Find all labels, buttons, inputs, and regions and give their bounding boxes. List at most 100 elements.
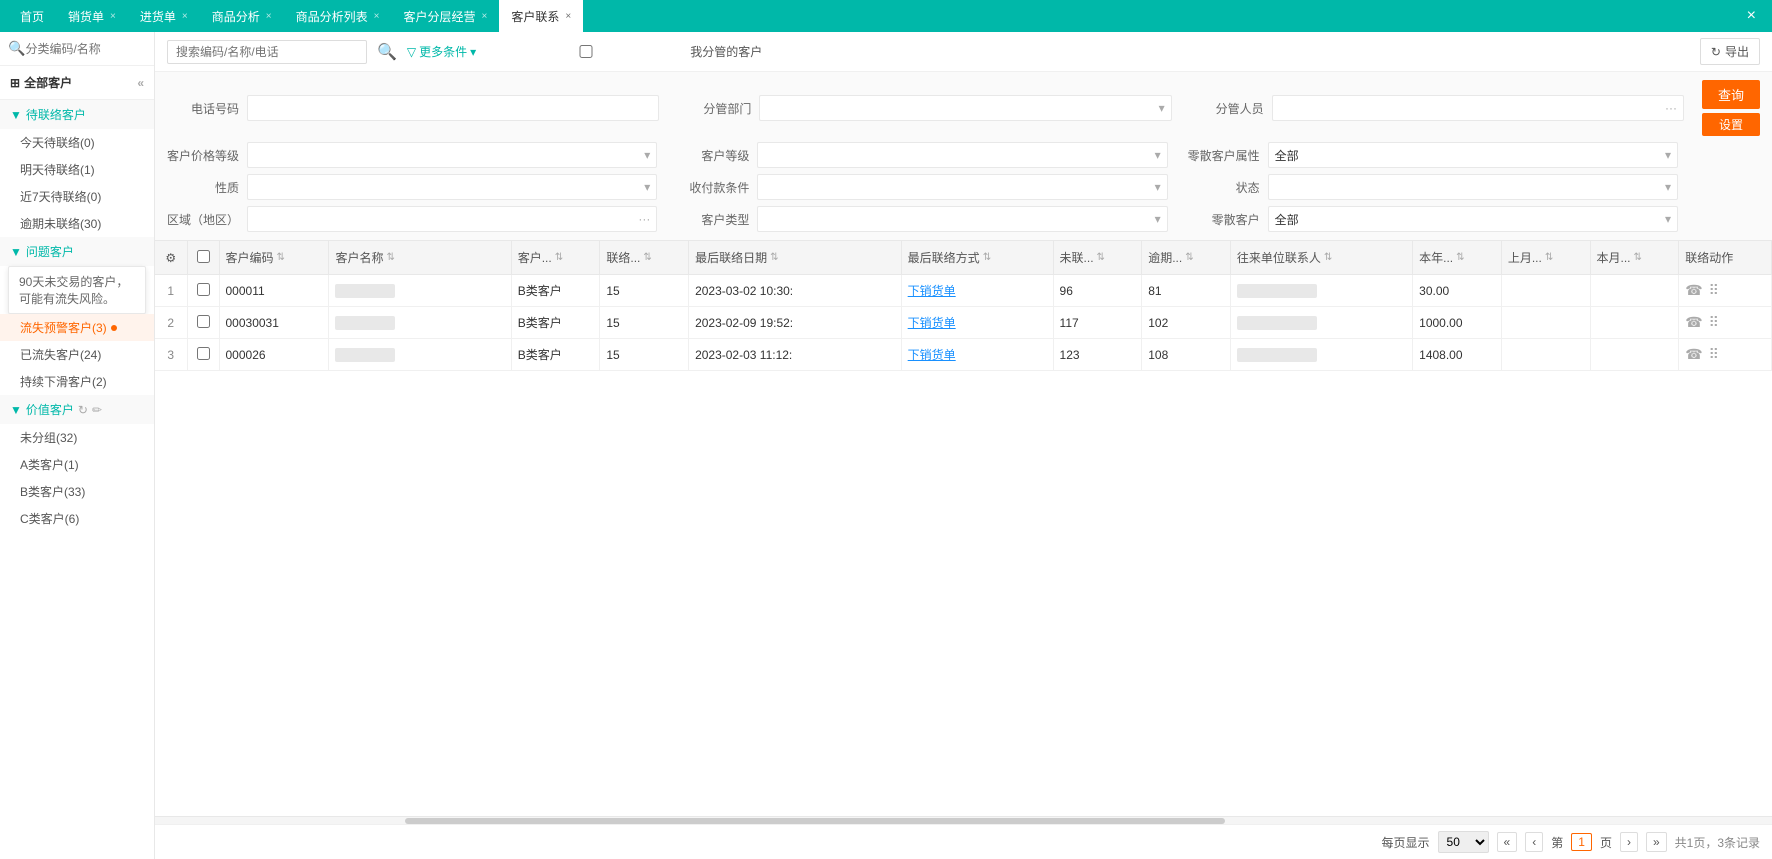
filter-select-customer-type[interactable]: ▾: [757, 206, 1167, 232]
close-customer-contact-icon[interactable]: ×: [565, 11, 571, 22]
nav-sales-order[interactable]: 销货单 ×: [56, 0, 128, 32]
close-product-analysis-list-icon[interactable]: ×: [374, 11, 380, 22]
filter-field-phone: 电话号码: [167, 95, 659, 121]
action-more-icon-1[interactable]: ⠿: [1709, 314, 1719, 331]
filter-field-status: 状态 ▾: [1188, 174, 1678, 200]
last-page-button[interactable]: »: [1646, 832, 1667, 852]
sidebar-item-a-class[interactable]: A类客户(1): [0, 451, 154, 478]
nav-product-analysis-list[interactable]: 商品分析列表 ×: [284, 0, 392, 32]
filter-select-price-level[interactable]: ▾: [247, 142, 657, 168]
th-this-year[interactable]: 本年...⇅: [1413, 241, 1502, 275]
cell-contact-2: 15: [600, 339, 689, 371]
close-product-analysis-icon[interactable]: ×: [266, 11, 272, 22]
th-contact[interactable]: 联络...⇅: [600, 241, 689, 275]
my-customers-checkbox-label[interactable]: 我分管的客户: [486, 43, 762, 60]
filter-select-retail-customer[interactable]: 全部▾: [1268, 206, 1678, 232]
nav-home[interactable]: 首页: [8, 0, 56, 32]
sidebar-collapse-icon[interactable]: «: [137, 76, 144, 90]
search-button[interactable]: 🔍: [377, 42, 397, 62]
sidebar-item-7day-pending[interactable]: 近7天待联络(0): [0, 183, 154, 210]
cell-last-method-2[interactable]: 下销货单: [901, 339, 1053, 371]
scrollbar-thumb[interactable]: [405, 818, 1225, 824]
action-contact-icon-1[interactable]: ☎: [1685, 314, 1702, 331]
filter-select-nature[interactable]: ▾: [247, 174, 657, 200]
query-button[interactable]: 查询: [1702, 80, 1760, 109]
th-code[interactable]: 客户编码⇅: [219, 241, 329, 275]
filter-select-payment[interactable]: ▾: [757, 174, 1167, 200]
prev-page-button[interactable]: ‹: [1525, 832, 1543, 852]
action-more-icon-0[interactable]: ⠿: [1709, 282, 1719, 299]
row-checkbox-2[interactable]: [197, 347, 210, 360]
th-overdue[interactable]: 逾期...⇅: [1142, 241, 1231, 275]
sidebar-item-tomorrow-pending[interactable]: 明天待联络(1): [0, 156, 154, 183]
next-page-button[interactable]: ›: [1620, 832, 1638, 852]
th-name[interactable]: 客户名称⇅: [329, 241, 511, 275]
th-uncontact[interactable]: 未联...⇅: [1053, 241, 1142, 275]
edit-icon[interactable]: ✏: [92, 403, 102, 417]
action-contact-icon-2[interactable]: ☎: [1685, 346, 1702, 363]
th-checkbox[interactable]: [187, 241, 219, 275]
sidebar-item-today-pending[interactable]: 今天待联络(0): [0, 129, 154, 156]
th-last-method[interactable]: 最后联络方式⇅: [901, 241, 1053, 275]
horizontal-scrollbar[interactable]: [155, 816, 1772, 824]
search-input[interactable]: [167, 40, 367, 64]
retail-attr-dropdown-icon: ▾: [1665, 148, 1671, 162]
close-purchase-order-icon[interactable]: ×: [182, 11, 188, 22]
sidebar-search-input[interactable]: [25, 42, 155, 56]
th-last-date[interactable]: 最后联络日期⇅: [689, 241, 902, 275]
row-checkbox-0[interactable]: [197, 283, 210, 296]
sidebar-item-b-class[interactable]: B类客户(33): [0, 478, 154, 505]
th-this-month[interactable]: 本月...⇅: [1590, 241, 1679, 275]
cell-last-date-0: 2023-03-02 10:30:: [689, 275, 902, 307]
cell-last-method-0[interactable]: 下销货单: [901, 275, 1053, 307]
my-customers-checkbox[interactable]: [486, 45, 686, 58]
th-type[interactable]: 客户...⇅: [511, 241, 600, 275]
sidebar-item-declining[interactable]: 持续下滑客户(2): [0, 368, 154, 395]
filter-select-retail-attr[interactable]: 全部▾: [1268, 142, 1678, 168]
select-all-checkbox[interactable]: [197, 250, 210, 263]
filter-input-phone[interactable]: [247, 95, 659, 121]
filter-select-dept[interactable]: ▾: [759, 95, 1171, 121]
filter-select-status[interactable]: ▾: [1268, 174, 1678, 200]
first-page-button[interactable]: «: [1497, 832, 1518, 852]
nav-product-analysis[interactable]: 商品分析 ×: [200, 0, 284, 32]
page-size-select[interactable]: 50 20 100: [1438, 831, 1489, 853]
row-checkbox-1[interactable]: [197, 315, 210, 328]
window-close-icon[interactable]: ×: [1739, 7, 1764, 25]
th-last-month[interactable]: 上月...⇅: [1501, 241, 1590, 275]
nav-customer-contact[interactable]: 客户联系 ×: [499, 0, 583, 32]
action-contact-icon-0[interactable]: ☎: [1685, 282, 1702, 299]
filter-field-retail-customer: 零散客户 全部▾: [1188, 206, 1678, 232]
sidebar-item-churned[interactable]: 已流失客户(24): [0, 341, 154, 368]
sidebar-item-c-class[interactable]: C类客户(6): [0, 505, 154, 532]
cell-checkbox-2[interactable]: [187, 339, 219, 371]
filter-select-region[interactable]: ···: [247, 206, 657, 232]
sidebar-item-overdue-pending[interactable]: 逾期未联络(30): [0, 210, 154, 237]
content-area: 🔍 ▽ 更多条件 ▾ 我分管的客户 ↻ 导出 电话号码: [155, 32, 1772, 859]
close-customer-segment-icon[interactable]: ×: [481, 11, 487, 22]
action-more-icon-2[interactable]: ⠿: [1709, 346, 1719, 363]
nav-customer-segment[interactable]: 客户分层经营 ×: [391, 0, 499, 32]
more-conditions-button[interactable]: ▽ 更多条件 ▾: [407, 43, 476, 60]
cell-last-method-1[interactable]: 下销货单: [901, 307, 1053, 339]
sidebar-group-value[interactable]: ▼ 价值客户 ↻ ✏: [0, 395, 154, 424]
export-button[interactable]: ↻ 导出: [1700, 38, 1760, 65]
sidebar-all-customers[interactable]: ⊞ 全部客户 «: [0, 66, 154, 100]
sidebar-item-unclassified[interactable]: 未分组(32): [0, 424, 154, 451]
sidebar-item-churn-warning[interactable]: 流失预警客户(3): [0, 314, 154, 341]
th-settings[interactable]: ⚙: [155, 241, 187, 275]
sidebar-search-bar: 🔍: [0, 32, 154, 66]
cell-checkbox-0[interactable]: [187, 275, 219, 307]
cell-this-year-1: 1000.00: [1413, 307, 1502, 339]
th-contact-person[interactable]: 往来单位联系人⇅: [1230, 241, 1412, 275]
filter-select-manager[interactable]: ···: [1272, 95, 1684, 121]
filter-select-customer-level[interactable]: ▾: [757, 142, 1167, 168]
nav-purchase-order[interactable]: 进货单 ×: [128, 0, 200, 32]
close-sales-order-icon[interactable]: ×: [110, 11, 116, 22]
sidebar-group-problem[interactable]: ▼ 问题客户: [0, 237, 154, 266]
sidebar-group-pending[interactable]: ▼ 待联络客户: [0, 100, 154, 129]
refresh-icon[interactable]: ↻: [78, 403, 88, 417]
cell-checkbox-1[interactable]: [187, 307, 219, 339]
setting-button[interactable]: 设置: [1702, 113, 1760, 136]
settings-icon[interactable]: ⚙: [165, 251, 176, 265]
